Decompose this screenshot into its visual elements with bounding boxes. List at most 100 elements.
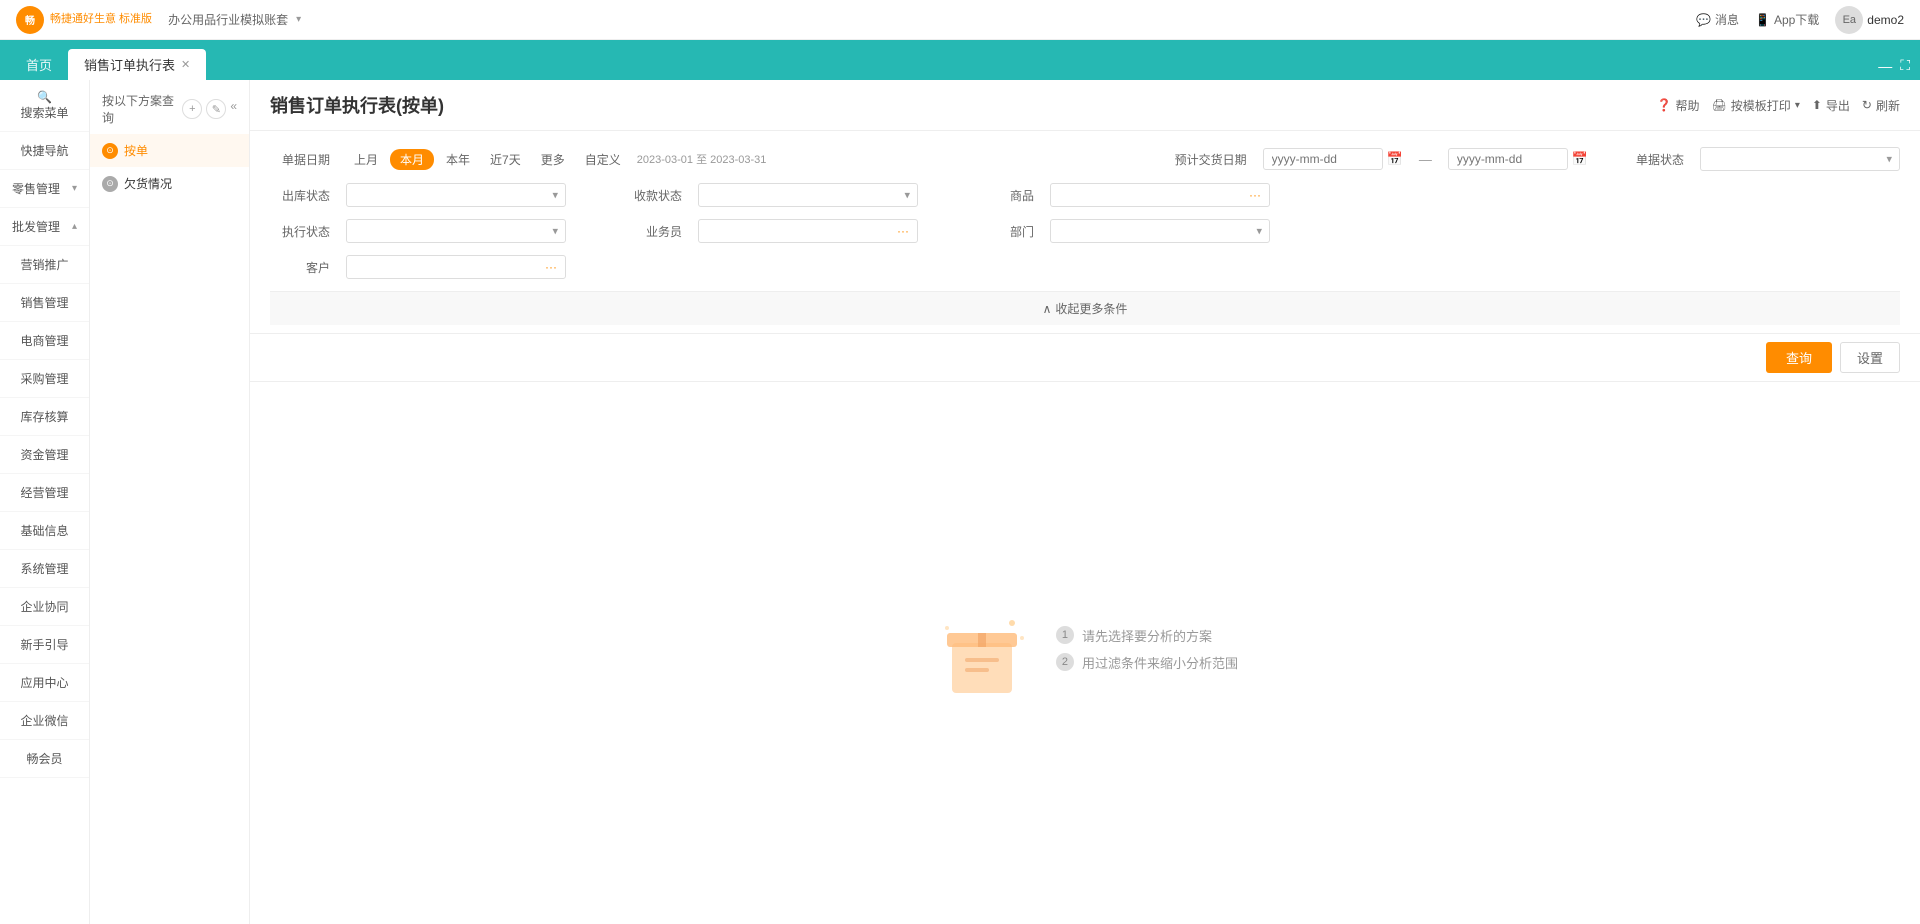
message-label: 消息 xyxy=(1715,11,1739,28)
sidebar-search[interactable]: 🔍 搜索菜单 xyxy=(0,80,89,132)
status-select[interactable] xyxy=(1700,147,1900,171)
customer-input[interactable]: ··· xyxy=(346,255,566,279)
left-panel-header: 按以下方案查询 + ✎ « xyxy=(90,92,249,134)
sidebar-item-marketing[interactable]: 营销推广 xyxy=(0,246,89,284)
left-panel-title: 按以下方案查询 xyxy=(102,92,182,126)
goods-label: 商品 xyxy=(974,187,1034,204)
custom-btn[interactable]: 自定义 xyxy=(577,149,629,170)
plan-item-order[interactable]: ⊙ 按单 xyxy=(90,134,249,167)
salesperson-input[interactable]: ··· xyxy=(698,219,918,243)
left-panel: 按以下方案查询 + ✎ « ⊙ 按单 xyxy=(90,80,250,924)
empty-illustration xyxy=(932,603,1032,703)
expected-date-to-input[interactable] xyxy=(1448,148,1568,170)
print-arrow-icon: ▾ xyxy=(1795,100,1800,111)
this-month-btn[interactable]: 本月 xyxy=(390,149,434,170)
filter-row-1: 单据日期 上月 本月 本年 近7天 更多 自定义 2023-03-01 至 20… xyxy=(270,147,1900,171)
window-minimize-icon[interactable]: — xyxy=(1878,58,1892,74)
sidebar-quick-nav[interactable]: 快捷导航 xyxy=(0,132,89,170)
empty-step-2: 2 用过滤条件来缩小分析范围 xyxy=(1056,653,1238,672)
more-btn[interactable]: 更多 xyxy=(533,149,573,170)
last-month-btn[interactable]: 上月 xyxy=(346,149,386,170)
search-icon: 🔍 xyxy=(37,90,52,104)
message-button[interactable]: 💬 消息 xyxy=(1696,11,1739,28)
tab-bar-right: — ⛶ xyxy=(1878,57,1910,80)
logo-text: 畅捷通好生意 标准版 xyxy=(50,13,152,26)
breadcrumb-arrow-icon[interactable]: ▾ xyxy=(296,14,301,25)
page-actions: ❓ 帮助 🖨 按模板打印 ▾ ⬆ 导出 ↻ xyxy=(1657,97,1900,126)
goods-input[interactable]: ··· xyxy=(1050,183,1270,207)
print-button[interactable]: 🖨 按模板打印 ▾ xyxy=(1712,97,1800,114)
sidebar-item-purchase[interactable]: 采购管理 xyxy=(0,360,89,398)
sidebar: 🔍 搜索菜单 快捷导航 零售管理 ▾ 批发管理 ▴ 营销推广 销售管理 电商管理… xyxy=(0,80,90,924)
sidebar-item-operations[interactable]: 经营管理 xyxy=(0,474,89,512)
app-download-label: App下载 xyxy=(1774,11,1819,28)
filter-row-4: 客户 ··· xyxy=(270,255,1900,279)
right-content: 销售订单执行表(按单) ❓ 帮助 🖨 按模板打印 ▾ ⬆ xyxy=(250,80,1920,924)
sidebar-item-member[interactable]: 畅会员 xyxy=(0,740,89,778)
expected-date-from-input[interactable] xyxy=(1263,148,1383,170)
sidebar-item-finance[interactable]: 资金管理 xyxy=(0,436,89,474)
payment-status-label: 收款状态 xyxy=(622,187,682,204)
collapse-left-panel-button[interactable]: « xyxy=(230,99,237,119)
tab-close-icon[interactable]: ✕ xyxy=(181,58,190,71)
window-maximize-icon[interactable]: ⛶ xyxy=(1900,57,1910,74)
help-icon: ❓ xyxy=(1657,98,1672,112)
sidebar-item-appcenter[interactable]: 应用中心 xyxy=(0,664,89,702)
sidebar-item-sales[interactable]: 销售管理 xyxy=(0,284,89,322)
add-plan-button[interactable]: + xyxy=(182,99,202,119)
sidebar-item-basic[interactable]: 基础信息 xyxy=(0,512,89,550)
app-download-button[interactable]: 📱 App下载 xyxy=(1755,11,1819,28)
collapse-filter-button[interactable]: ∧ 收起更多条件 xyxy=(270,291,1900,325)
help-button[interactable]: ❓ 帮助 xyxy=(1657,97,1700,114)
outbound-status-label: 出库状态 xyxy=(270,187,330,204)
collapse-filter-icon: ∧ xyxy=(1043,302,1052,316)
sidebar-item-inventory[interactable]: 库存核算 xyxy=(0,398,89,436)
tab-home[interactable]: 首页 xyxy=(10,49,68,80)
date-separator: — xyxy=(1419,152,1432,167)
export-button[interactable]: ⬆ 导出 xyxy=(1812,97,1850,114)
exec-status-label: 执行状态 xyxy=(270,223,330,240)
calendar-to-icon[interactable]: 📅 xyxy=(1572,151,1588,167)
user-area[interactable]: Ea demo2 xyxy=(1835,6,1904,34)
edit-plan-button[interactable]: ✎ xyxy=(206,99,226,119)
step-1-text: 请先选择要分析的方案 xyxy=(1082,626,1212,645)
plan-item-debt[interactable]: ⊙ 欠货情况 xyxy=(90,167,249,200)
calendar-from-icon[interactable]: 📅 xyxy=(1387,151,1403,167)
filter-row-2: 出库状态 收款状态 商品 xyxy=(270,183,1900,207)
sidebar-item-ecommerce[interactable]: 电商管理 xyxy=(0,322,89,360)
empty-text: 1 请先选择要分析的方案 2 用过滤条件来缩小分析范围 xyxy=(1056,626,1238,680)
query-button[interactable]: 查询 xyxy=(1766,342,1832,373)
breadcrumb: 办公用品行业模拟账套 xyxy=(168,11,288,28)
sidebar-item-wholesale[interactable]: 批发管理 ▴ xyxy=(0,208,89,246)
sidebar-item-corp[interactable]: 企业协同 xyxy=(0,588,89,626)
user-name: demo2 xyxy=(1867,13,1904,27)
outbound-status-select[interactable] xyxy=(346,183,566,207)
plan-icon-order: ⊙ xyxy=(102,143,118,159)
sidebar-item-corpwechat[interactable]: 企业微信 xyxy=(0,702,89,740)
settings-button[interactable]: 设置 xyxy=(1840,342,1900,373)
empty-step-1: 1 请先选择要分析的方案 xyxy=(1056,626,1238,645)
payment-status-select[interactable] xyxy=(698,183,918,207)
top-header: 畅 畅捷通好生意 标准版 办公用品行业模拟账套 ▾ 💬 消息 📱 App下载 E… xyxy=(0,0,1920,40)
last-7days-btn[interactable]: 近7天 xyxy=(482,149,529,170)
dept-wrap xyxy=(1050,219,1270,243)
tab-sales-order[interactable]: 销售订单执行表 ✕ xyxy=(68,49,206,80)
refresh-icon: ↻ xyxy=(1862,98,1872,112)
filter-area: 单据日期 上月 本月 本年 近7天 更多 自定义 2023-03-01 至 20… xyxy=(250,131,1920,334)
refresh-button[interactable]: ↻ 刷新 xyxy=(1862,97,1900,114)
sidebar-item-system[interactable]: 系统管理 xyxy=(0,550,89,588)
expected-date-label: 预计交货日期 xyxy=(1175,151,1247,168)
tab-bar: 首页 销售订单执行表 ✕ — ⛶ xyxy=(0,40,1920,80)
date-filter: 上月 本月 本年 近7天 更多 自定义 2023-03-01 至 2023-03… xyxy=(346,149,1139,170)
sidebar-item-newbie[interactable]: 新手引导 xyxy=(0,626,89,664)
sidebar-item-retail[interactable]: 零售管理 ▾ xyxy=(0,170,89,208)
expected-date-to: 📅 xyxy=(1448,148,1588,170)
this-year-btn[interactable]: 本年 xyxy=(438,149,478,170)
page-title: 销售订单执行表(按单) xyxy=(270,92,444,130)
export-icon: ⬆ xyxy=(1812,98,1822,112)
logo-area: 畅 畅捷通好生意 标准版 xyxy=(16,6,152,34)
exec-status-select[interactable] xyxy=(346,219,566,243)
step-1-num: 1 xyxy=(1056,626,1074,644)
dept-select[interactable] xyxy=(1050,219,1270,243)
empty-state: 1 请先选择要分析的方案 2 用过滤条件来缩小分析范围 xyxy=(250,382,1920,924)
